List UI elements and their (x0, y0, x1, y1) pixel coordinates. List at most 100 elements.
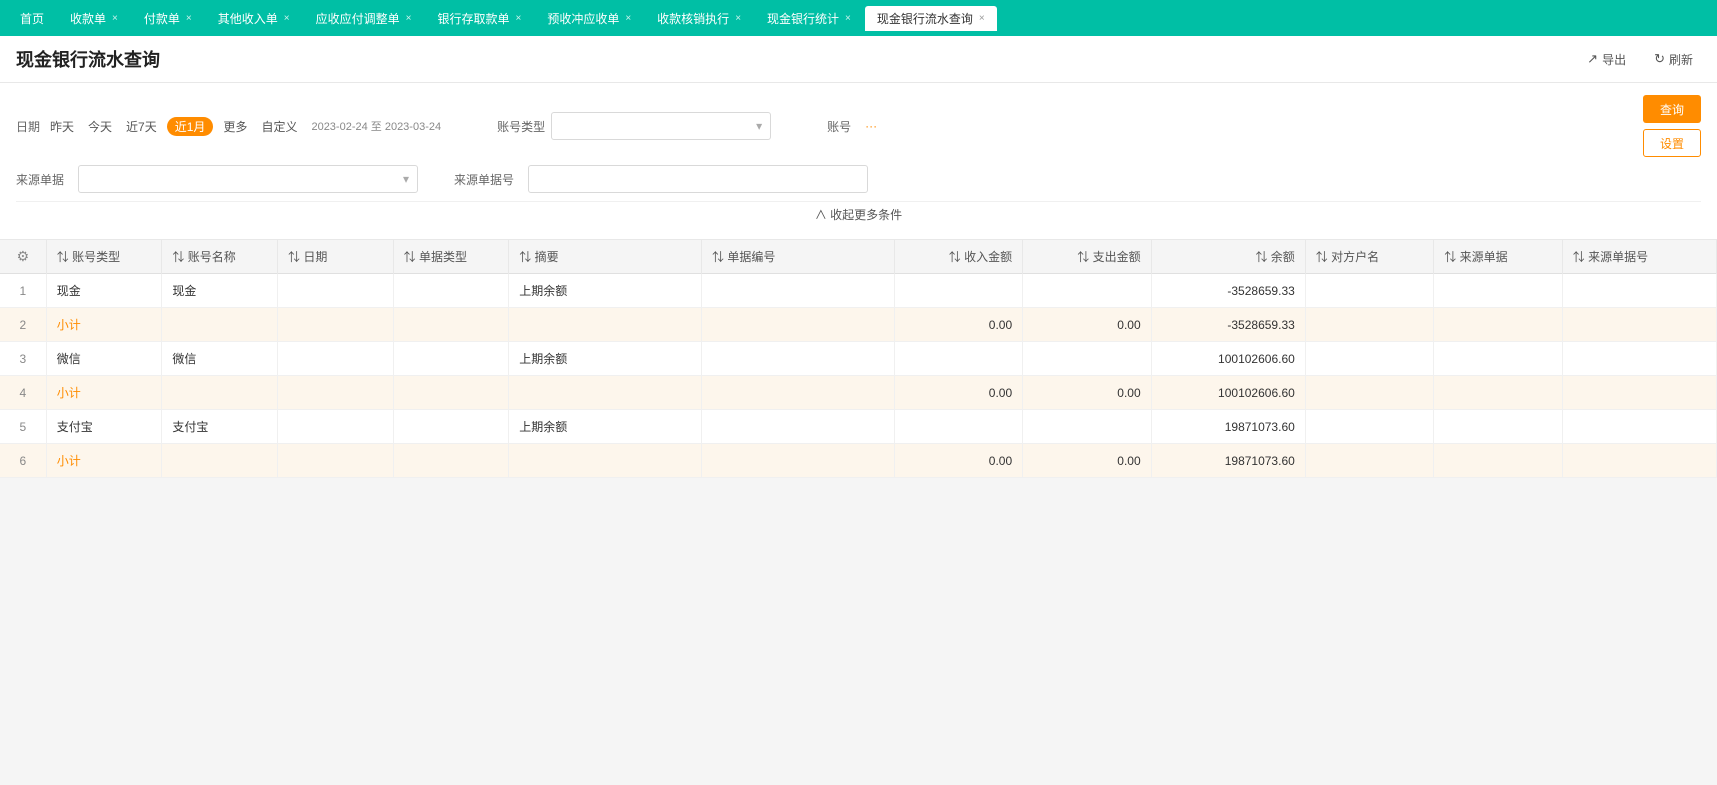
row-doc-type (393, 308, 509, 342)
filter-actions: 查询 设置 (1643, 95, 1701, 157)
close-tab-2-icon[interactable]: × (284, 13, 290, 24)
th-income[interactable]: ⇅ 收入金额 (894, 240, 1022, 274)
nav-tab-8[interactable]: 现金银行流水查询 × (865, 6, 997, 31)
row-balance: 100102606.60 (1151, 342, 1305, 376)
query-button[interactable]: 查询 (1643, 95, 1701, 123)
header-actions: ↗ 导出 ↻ 刷新 (1579, 47, 1701, 72)
th-doc-type[interactable]: ⇅ 单据类型 (393, 240, 509, 274)
date-label: 日期 (16, 118, 40, 135)
th-expense[interactable]: ⇅ 支出金额 (1023, 240, 1151, 274)
filter-row-2: 来源单据 ▾ 来源单据号 (16, 165, 1701, 193)
row-balance: 19871073.60 (1151, 444, 1305, 478)
row-doc-no (701, 274, 894, 308)
date-filter: 日期 昨天 今天 近7天 近1月 更多 自定义 2023-02-24 至 202… (16, 117, 441, 136)
th-counterparty[interactable]: ⇅ 对方户名 (1305, 240, 1433, 274)
close-tab-7-icon[interactable]: × (845, 13, 851, 24)
row-idx: 4 (0, 376, 46, 410)
account-type-filter: 账号类型 ▾ (497, 112, 771, 140)
close-tab-5-icon[interactable]: × (625, 13, 631, 24)
table-container: ⚙ ⇅ 账号类型 ⇅ 账号名称 ⇅ 日期 ⇅ 单据类型 ⇅ 摘要 (0, 240, 1717, 478)
row-income (894, 410, 1022, 444)
source-doc-filter: 来源单据 ▾ (16, 165, 418, 193)
row-counterparty (1305, 376, 1433, 410)
source-doc-dropdown-icon: ▾ (403, 172, 409, 186)
filter-row-1: 日期 昨天 今天 近7天 近1月 更多 自定义 2023-02-24 至 202… (16, 95, 1701, 157)
row-summary (509, 308, 702, 342)
source-doc-select[interactable]: ▾ (78, 165, 418, 193)
row-source-doc-no (1562, 308, 1716, 342)
row-income: 0.00 (894, 444, 1022, 478)
th-summary[interactable]: ⇅ 摘要 (509, 240, 702, 274)
refresh-button[interactable]: ↻ 刷新 (1646, 47, 1701, 72)
table-row: 1现金现金上期余额-3528659.33 (0, 274, 1717, 308)
row-source-doc-no (1562, 376, 1716, 410)
close-tab-3-icon[interactable]: × (406, 13, 412, 24)
date-range: 2023-02-24 至 2023-03-24 (311, 118, 441, 134)
nav-tab-3[interactable]: 应收应付调整单 × (304, 6, 424, 31)
row-doc-type (393, 342, 509, 376)
row-balance: -3528659.33 (1151, 308, 1305, 342)
nav-tab-2[interactable]: 其他收入单 × (206, 6, 302, 31)
date-btn-custom[interactable]: 自定义 (257, 117, 301, 136)
close-tab-8-icon[interactable]: × (979, 13, 985, 24)
top-nav: 首页 收款单 × 付款单 × 其他收入单 × 应收应付调整单 × 银行存取款单 … (0, 0, 1717, 36)
table-row: 6小计0.000.0019871073.60 (0, 444, 1717, 478)
export-button[interactable]: ↗ 导出 (1579, 47, 1634, 72)
nav-tab-1[interactable]: 付款单 × (132, 6, 204, 31)
table-row: 3微信微信上期余额100102606.60 (0, 342, 1717, 376)
th-settings[interactable]: ⚙ (0, 240, 46, 274)
nav-tab-0[interactable]: 收款单 × (58, 6, 130, 31)
nav-tab-5[interactable]: 预收冲应收单 × (535, 6, 643, 31)
account-type-select[interactable]: ▾ (551, 112, 771, 140)
account-filter: 账号 ··· (827, 118, 877, 135)
row-summary (509, 444, 702, 478)
date-btn-today[interactable]: 今天 (84, 117, 116, 136)
nav-tab-7[interactable]: 现金银行统计 × (755, 6, 863, 31)
date-btn-yesterday[interactable]: 昨天 (46, 117, 78, 136)
source-doc-label: 来源单据 (16, 171, 64, 188)
row-expense: 0.00 (1023, 308, 1151, 342)
row-balance: -3528659.33 (1151, 274, 1305, 308)
page-header: 现金银行流水查询 ↗ 导出 ↻ 刷新 (0, 36, 1717, 83)
row-source-doc (1434, 274, 1562, 308)
row-account-name: 微信 (162, 342, 278, 376)
collapse-bar[interactable]: ∧ 收起更多条件 (16, 201, 1701, 227)
th-source-doc[interactable]: ⇅ 来源单据 (1434, 240, 1562, 274)
nav-tab-4[interactable]: 银行存取款单 × (425, 6, 533, 31)
row-summary: 上期余额 (509, 274, 702, 308)
settings-button[interactable]: 设置 (1643, 129, 1701, 157)
close-tab-4-icon[interactable]: × (515, 13, 521, 24)
gear-icon[interactable]: ⚙ (17, 248, 30, 264)
date-btn-7days[interactable]: 近7天 (122, 117, 161, 136)
row-idx: 5 (0, 410, 46, 444)
source-doc-no-input[interactable] (528, 165, 868, 193)
date-btn-more[interactable]: 更多 (219, 117, 251, 136)
th-date[interactable]: ⇅ 日期 (278, 240, 394, 274)
th-account-type[interactable]: ⇅ 账号类型 (46, 240, 162, 274)
close-tab-6-icon[interactable]: × (735, 13, 741, 24)
row-doc-no (701, 308, 894, 342)
nav-home[interactable]: 首页 (8, 6, 56, 31)
row-account-type: 小计 (46, 444, 162, 478)
row-income (894, 342, 1022, 376)
th-source-doc-no[interactable]: ⇅ 来源单据号 (1562, 240, 1716, 274)
row-expense (1023, 410, 1151, 444)
date-btn-1month[interactable]: 近1月 (167, 117, 214, 136)
nav-tab-6[interactable]: 收款核销执行 × (645, 6, 753, 31)
close-tab-0-icon[interactable]: × (112, 13, 118, 24)
account-more-btn[interactable]: ··· (865, 119, 877, 133)
table-row: 5支付宝支付宝上期余额19871073.60 (0, 410, 1717, 444)
row-account-name (162, 376, 278, 410)
th-balance[interactable]: ⇅ 余额 (1151, 240, 1305, 274)
th-account-name[interactable]: ⇅ 账号名称 (162, 240, 278, 274)
table-header-row: ⚙ ⇅ 账号类型 ⇅ 账号名称 ⇅ 日期 ⇅ 单据类型 ⇅ 摘要 (0, 240, 1717, 274)
close-tab-1-icon[interactable]: × (186, 13, 192, 24)
th-doc-no[interactable]: ⇅ 单据编号 (701, 240, 894, 274)
row-source-doc (1434, 376, 1562, 410)
row-idx: 2 (0, 308, 46, 342)
row-account-type: 微信 (46, 342, 162, 376)
row-account-type: 小计 (46, 308, 162, 342)
row-source-doc-no (1562, 342, 1716, 376)
row-account-name (162, 308, 278, 342)
date-options: 昨天 今天 近7天 近1月 更多 自定义 (46, 117, 301, 136)
